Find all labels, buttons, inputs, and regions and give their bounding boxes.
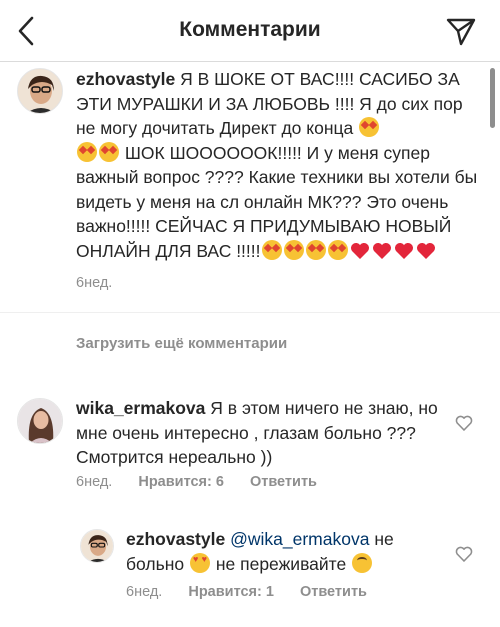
- header-bar: Комментарии: [0, 0, 500, 62]
- reply-button[interactable]: Ответить: [250, 474, 317, 490]
- star-struck-emoji-icon: [305, 239, 326, 260]
- comment-text: ezhovastyle Я В ШОКЕ ОТ ВАС!!!! САСИБО З…: [76, 67, 478, 263]
- star-struck-emoji-icon: [283, 239, 304, 260]
- likes-count-link[interactable]: Нравится: 1: [188, 584, 274, 600]
- mention-link[interactable]: @wika_ermakova: [230, 529, 369, 549]
- avatar[interactable]: [17, 68, 63, 114]
- star-struck-emoji-icon: [77, 141, 97, 162]
- like-heart-button[interactable]: [455, 414, 473, 432]
- comment-meta: 6нед. Нравится: 1 Ответить: [126, 584, 389, 600]
- red-heart-emoji-icon: [394, 242, 414, 260]
- page-title: Комментарии: [179, 18, 321, 41]
- upside-down-face-emoji-icon: [352, 552, 373, 573]
- comment-time: 6нед.: [126, 584, 163, 600]
- red-heart-emoji-icon: [372, 242, 392, 260]
- divider: [0, 312, 500, 313]
- heart-eyes-emoji-icon: [189, 552, 210, 573]
- share-button[interactable]: [444, 14, 478, 48]
- like-heart-button[interactable]: [455, 545, 473, 563]
- comment-body: не переживайте: [215, 553, 347, 574]
- comment-text: wika_ermakova Я в этом ничего не знаю, н…: [76, 396, 446, 470]
- likes-count-link[interactable]: Нравится: 6: [138, 474, 224, 490]
- comment-username[interactable]: wika_ermakova: [76, 398, 205, 418]
- reply-button[interactable]: Ответить: [300, 584, 367, 600]
- comment-time: 6нед.: [76, 474, 113, 490]
- star-struck-emoji-icon: [327, 239, 348, 260]
- avatar[interactable]: [80, 529, 114, 563]
- star-struck-emoji-icon: [99, 141, 119, 162]
- load-more-comments-link[interactable]: Загрузить ещё комментарии: [76, 335, 287, 352]
- comment-meta: 6нед.: [76, 275, 134, 291]
- comment-time: 6нед.: [76, 275, 113, 291]
- comment-meta: 6нед. Нравится: 6 Ответить: [76, 474, 339, 490]
- scrollbar[interactable]: [490, 68, 495, 128]
- red-heart-emoji-icon: [416, 242, 436, 260]
- comment-username[interactable]: ezhovastyle: [126, 529, 225, 549]
- paper-plane-icon: [446, 18, 476, 46]
- comment-username[interactable]: ezhovastyle: [76, 69, 175, 89]
- avatar[interactable]: [17, 398, 63, 444]
- red-heart-emoji-icon: [350, 242, 370, 260]
- heart-outline-icon: [455, 546, 473, 562]
- comment-text: ezhovastyle @wika_ermakova не больно не …: [126, 527, 451, 576]
- star-struck-emoji-icon: [359, 117, 380, 137]
- star-struck-emoji-icon: [261, 239, 282, 260]
- heart-outline-icon: [455, 415, 473, 431]
